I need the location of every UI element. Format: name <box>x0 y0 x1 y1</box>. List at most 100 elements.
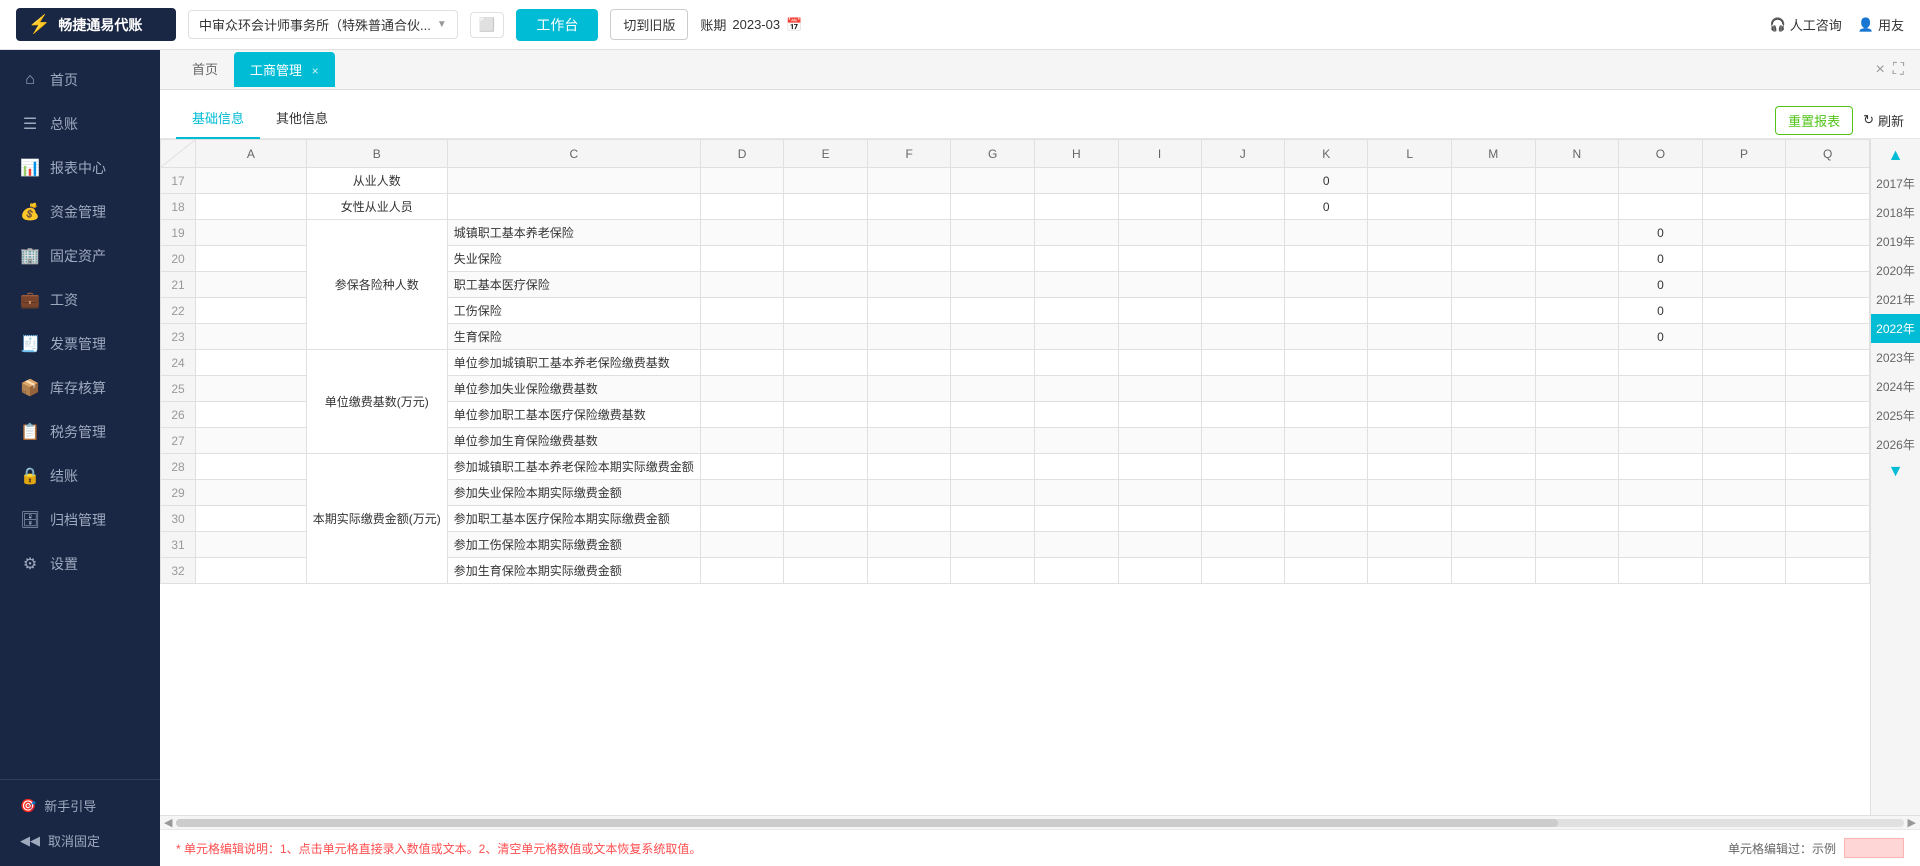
refresh-button[interactable]: ↻ 刷新 <box>1863 111 1904 130</box>
cell-empty-17[interactable] <box>447 168 700 194</box>
cell-empty-25[interactable] <box>867 376 950 402</box>
cell-empty-17[interactable] <box>1702 168 1786 194</box>
cell-empty-25[interactable] <box>951 376 1035 402</box>
cell-empty-22[interactable] <box>867 298 950 324</box>
cell-empty-22[interactable] <box>1284 298 1368 324</box>
sub-tab-other[interactable]: 其他信息 <box>260 102 344 139</box>
cell-empty-30[interactable] <box>784 506 868 532</box>
year-down-button[interactable]: ▼ <box>1871 459 1920 485</box>
cell-empty-28[interactable] <box>1201 454 1284 480</box>
cell-empty-22[interactable] <box>1201 298 1284 324</box>
cell-a-30[interactable] <box>196 506 307 532</box>
cell-empty-17[interactable] <box>1535 168 1619 194</box>
cell-empty-31[interactable] <box>1535 532 1619 558</box>
cell-empty-28[interactable] <box>1118 454 1201 480</box>
cell-empty-29[interactable] <box>1535 480 1619 506</box>
cell-empty-30[interactable] <box>951 506 1035 532</box>
cell-empty-18[interactable] <box>867 194 950 220</box>
cell-a-17[interactable] <box>196 168 307 194</box>
cell-empty-22[interactable] <box>1535 298 1619 324</box>
cell-a-31[interactable] <box>196 532 307 558</box>
cell-a-28[interactable] <box>196 454 307 480</box>
cell-empty-22[interactable] <box>1451 298 1535 324</box>
year-2020[interactable]: 2020年 <box>1871 256 1920 285</box>
fullscreen-button[interactable]: ⛶ <box>1893 61 1904 79</box>
cell-empty-17[interactable] <box>951 168 1035 194</box>
cell-empty-24[interactable] <box>1118 350 1201 376</box>
cell-empty-20[interactable] <box>951 246 1035 272</box>
cell-empty-17[interactable] <box>1118 168 1201 194</box>
cell-c-28[interactable]: 参加城镇职工基本养老保险本期实际缴费金额 <box>447 454 700 480</box>
cell-b-17[interactable]: 从业人数 <box>306 168 447 194</box>
cell-empty-23[interactable] <box>1535 324 1619 350</box>
cell-empty-26[interactable] <box>700 402 784 428</box>
cell-empty-32[interactable] <box>1118 558 1201 584</box>
cell-empty-26[interactable] <box>1284 402 1368 428</box>
cell-empty-31[interactable] <box>1201 532 1284 558</box>
sidebar-item-salary[interactable]: 💼 工资 <box>0 278 160 322</box>
cell-empty-25[interactable] <box>1284 376 1368 402</box>
cell-empty-23[interactable] <box>867 324 950 350</box>
cell-empty-29[interactable] <box>1619 480 1703 506</box>
cell-empty-27[interactable] <box>1201 428 1284 454</box>
cell-empty-31[interactable] <box>1702 532 1786 558</box>
year-2017[interactable]: 2017年 <box>1871 169 1920 198</box>
cell-o-20[interactable]: 0 <box>1619 246 1703 272</box>
cell-empty-22[interactable] <box>1034 298 1118 324</box>
cell-empty-28[interactable] <box>1034 454 1118 480</box>
cell-empty-22[interactable] <box>784 298 868 324</box>
year-2019[interactable]: 2019年 <box>1871 227 1920 256</box>
cell-empty-27[interactable] <box>1451 428 1535 454</box>
cell-empty-31[interactable] <box>1619 532 1703 558</box>
year-2021[interactable]: 2021年 <box>1871 285 1920 314</box>
cell-empty-27[interactable] <box>1619 428 1703 454</box>
cell-empty-31[interactable] <box>1786 532 1870 558</box>
sidebar-item-archive[interactable]: 🗄 归档管理 <box>0 498 160 542</box>
cell-empty-18[interactable] <box>700 194 784 220</box>
cell-empty-23[interactable] <box>784 324 868 350</box>
cell-empty-18[interactable] <box>447 194 700 220</box>
cell-empty-29[interactable] <box>784 480 868 506</box>
cell-c-30[interactable]: 参加职工基本医疗保险本期实际缴费金额 <box>447 506 700 532</box>
cell-empty-25[interactable] <box>1786 376 1870 402</box>
cell-empty-24[interactable] <box>1702 350 1786 376</box>
cell-empty-32[interactable] <box>1451 558 1535 584</box>
cell-empty-20[interactable] <box>1201 246 1284 272</box>
cell-o-22[interactable]: 0 <box>1619 298 1703 324</box>
cell-empty-19[interactable] <box>1702 220 1786 246</box>
cell-empty-23[interactable] <box>1201 324 1284 350</box>
cell-empty-18[interactable] <box>1118 194 1201 220</box>
cell-empty-18[interactable] <box>1535 194 1619 220</box>
cell-empty-22[interactable] <box>1786 298 1870 324</box>
cell-empty-28[interactable] <box>1368 454 1451 480</box>
cell-empty-25[interactable] <box>1451 376 1535 402</box>
cell-empty-23[interactable] <box>1118 324 1201 350</box>
company-selector[interactable]: 中审众环会计师事务所（特殊普通合伙... ▼ <box>188 10 458 39</box>
cell-empty-18[interactable] <box>1702 194 1786 220</box>
cell-empty-30[interactable] <box>1619 506 1703 532</box>
cell-empty-23[interactable] <box>951 324 1035 350</box>
cell-empty-25[interactable] <box>784 376 868 402</box>
cell-empty-24[interactable] <box>1786 350 1870 376</box>
cell-empty-23[interactable] <box>1368 324 1451 350</box>
cell-empty-28[interactable] <box>951 454 1035 480</box>
cell-empty-25[interactable] <box>700 376 784 402</box>
cell-empty-32[interactable] <box>867 558 950 584</box>
cell-empty-26[interactable] <box>1368 402 1451 428</box>
cell-empty-17[interactable] <box>700 168 784 194</box>
tab-bizmanage[interactable]: 工商管理 × <box>234 52 335 87</box>
cell-a-22[interactable] <box>196 298 307 324</box>
cell-empty-24[interactable] <box>1535 350 1619 376</box>
cell-c-29[interactable]: 参加失业保险本期实际缴费金额 <box>447 480 700 506</box>
cell-empty-32[interactable] <box>1786 558 1870 584</box>
cell-empty-17[interactable] <box>1451 168 1535 194</box>
cell-empty-24[interactable] <box>1619 350 1703 376</box>
cell-empty-26[interactable] <box>1201 402 1284 428</box>
cell-empty-18[interactable] <box>1034 194 1118 220</box>
cell-empty-22[interactable] <box>1118 298 1201 324</box>
cell-empty-31[interactable] <box>700 532 784 558</box>
cell-b-24[interactable]: 单位缴费基数(万元) <box>306 350 447 454</box>
cell-empty-20[interactable] <box>1034 246 1118 272</box>
cell-empty-21[interactable] <box>951 272 1035 298</box>
cell-empty-20[interactable] <box>1786 246 1870 272</box>
